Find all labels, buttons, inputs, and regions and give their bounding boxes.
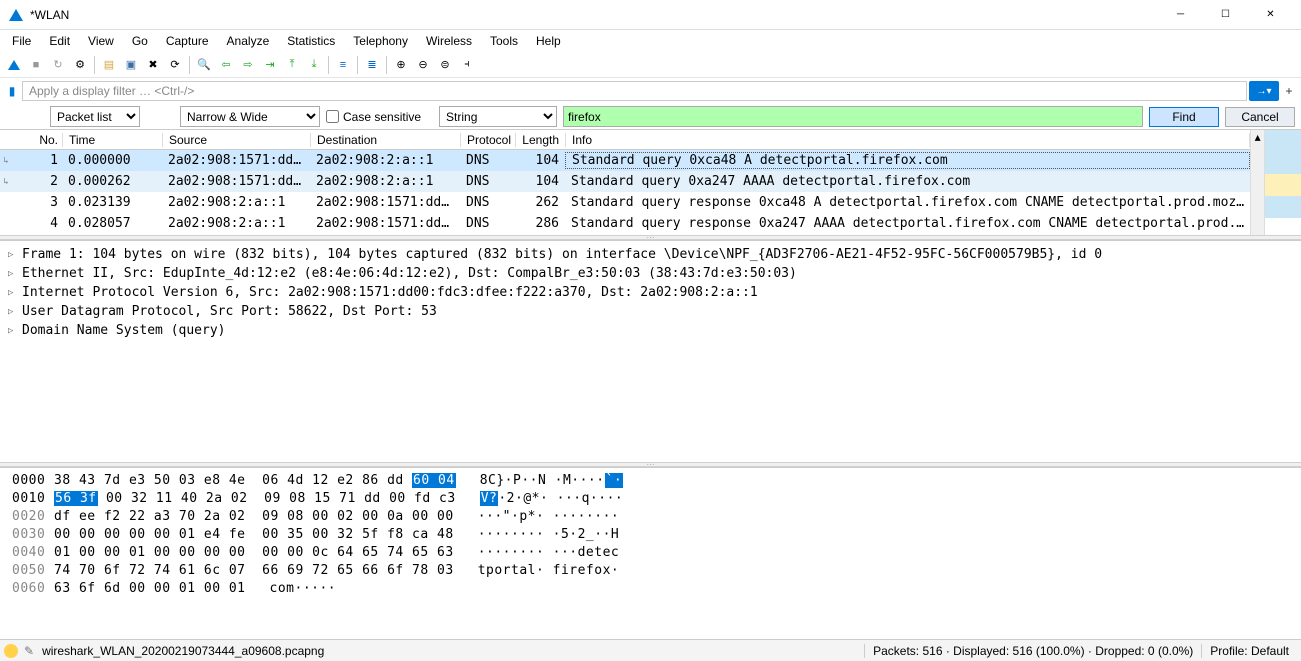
goto-packet-icon[interactable]: ⇥ [260,55,280,75]
capture-options-icon[interactable]: ⚙ [70,55,90,75]
status-filename: wireshark_WLAN_20200219073444_a09608.pca… [34,644,865,658]
packet-bytes-pane[interactable]: 000038 43 7d e3 50 03 e8 4e 06 4d 12 e2 … [0,467,1301,615]
col-source[interactable]: Source [163,133,311,147]
minimize-button[interactable]: ─ [1158,0,1203,30]
hex-row[interactable]: 006063 6f 6d 00 00 01 00 01com····· [12,580,1301,598]
reload-icon[interactable]: ⟳ [165,55,185,75]
hex-row[interactable]: 000038 43 7d e3 50 03 e8 4e 06 4d 12 e2 … [12,472,1301,490]
tree-item[interactable]: ▷Frame 1: 104 bytes on wire (832 bits), … [8,245,1293,264]
menu-telephony[interactable]: Telephony [345,32,416,50]
hex-row[interactable]: 003000 00 00 00 00 01 e4 fe 00 35 00 32 … [12,526,1301,544]
menu-analyze[interactable]: Analyze [219,32,278,50]
apply-filter-button[interactable]: →▾ [1249,81,1279,101]
next-packet-icon[interactable]: ⇨ [238,55,258,75]
prev-packet-icon[interactable]: ⇦ [216,55,236,75]
menu-wireless[interactable]: Wireless [418,32,480,50]
intelligent-scrollbar[interactable] [1264,130,1301,235]
colorize-icon[interactable]: ≣ [362,55,382,75]
filter-bookmark-icon[interactable]: ▮ [4,83,20,99]
status-profile[interactable]: Profile: Default [1202,644,1297,658]
capture-file-properties-icon[interactable]: ✎ [24,644,34,658]
maximize-button[interactable]: ☐ [1203,0,1248,30]
packet-details-pane[interactable]: ▷Frame 1: 104 bytes on wire (832 bits), … [0,240,1301,462]
menubar: File Edit View Go Capture Analyze Statis… [0,30,1301,52]
main-toolbar: ■ ↻ ⚙ ▤ ▣ ✖ ⟳ 🔍 ⇦ ⇨ ⇥ ⤒ ⤓ ≡ ≣ ⊕ ⊖ ⊜ ⫞ [0,52,1301,78]
packet-list-pane: No. Time Source Destination Protocol Len… [0,129,1301,235]
expert-info-icon[interactable] [4,644,18,658]
hex-row[interactable]: 0020df ee f2 22 a3 70 2a 02 09 08 00 02 … [12,508,1301,526]
packet-row[interactable]: ↳10.0000002a02:908:1571:dd…2a02:908:2:a:… [0,150,1250,171]
hex-row[interactable]: 004001 00 00 01 00 00 00 00 00 00 0c 64 … [12,544,1301,562]
close-file-icon[interactable]: ✖ [143,55,163,75]
menu-go[interactable]: Go [124,32,156,50]
col-time[interactable]: Time [63,133,163,147]
resize-columns-icon[interactable]: ⫞ [457,55,477,75]
find-type-select[interactable]: String [439,106,557,127]
start-capture-icon[interactable] [4,55,24,75]
close-button[interactable]: ✕ [1248,0,1293,30]
add-filter-button[interactable]: + [1281,84,1297,98]
tree-item[interactable]: ▷Internet Protocol Version 6, Src: 2a02:… [8,283,1293,302]
first-packet-icon[interactable]: ⤒ [282,55,302,75]
window-title: *WLAN [30,8,1158,22]
menu-capture[interactable]: Capture [158,32,217,50]
window-titlebar: *WLAN ─ ☐ ✕ [0,0,1301,30]
tree-item[interactable]: ▷User Datagram Protocol, Src Port: 58622… [8,302,1293,321]
autoscroll-icon[interactable]: ≡ [333,55,353,75]
menu-statistics[interactable]: Statistics [279,32,343,50]
packet-row[interactable]: ↳20.0002622a02:908:1571:dd…2a02:908:2:a:… [0,171,1250,192]
find-charset-select[interactable]: Narrow & Wide [180,106,320,127]
display-filter-input[interactable] [22,81,1247,101]
open-file-icon[interactable]: ▤ [99,55,119,75]
display-filter-bar: ▮ →▾ + [0,78,1301,104]
packet-list-scrollbar[interactable]: ▴ [1250,130,1264,235]
zoom-reset-icon[interactable]: ⊜ [435,55,455,75]
app-icon [8,7,24,23]
stop-capture-icon[interactable]: ■ [26,55,46,75]
status-packet-counts: Packets: 516 · Displayed: 516 (100.0%) ·… [865,644,1202,658]
find-input[interactable] [563,106,1143,127]
packet-list-header: No. Time Source Destination Protocol Len… [0,130,1250,150]
last-packet-icon[interactable]: ⤓ [304,55,324,75]
menu-edit[interactable]: Edit [41,32,78,50]
zoom-in-icon[interactable]: ⊕ [391,55,411,75]
find-bar: Packet list Narrow & Wide Case sensitive… [0,104,1301,129]
restart-capture-icon[interactable]: ↻ [48,55,68,75]
hex-row[interactable]: 001056 3f 00 32 11 40 2a 02 09 08 15 71 … [12,490,1301,508]
tree-item[interactable]: ▷Ethernet II, Src: EdupInte_4d:12:e2 (e8… [8,264,1293,283]
packet-row[interactable]: 40.0280572a02:908:2:a::12a02:908:1571:dd… [0,213,1250,234]
menu-tools[interactable]: Tools [482,32,526,50]
case-sensitive-checkbox[interactable]: Case sensitive [326,110,421,124]
find-button[interactable]: Find [1149,107,1219,127]
menu-file[interactable]: File [4,32,39,50]
packet-row[interactable]: 30.0231392a02:908:2:a::12a02:908:1571:dd… [0,192,1250,213]
col-protocol[interactable]: Protocol [461,133,516,147]
save-file-icon[interactable]: ▣ [121,55,141,75]
col-destination[interactable]: Destination [311,133,461,147]
hex-row[interactable]: 005074 70 6f 72 74 61 6c 07 66 69 72 65 … [12,562,1301,580]
statusbar: ✎ wireshark_WLAN_20200219073444_a09608.p… [0,639,1301,661]
cancel-button[interactable]: Cancel [1225,107,1295,127]
find-packet-icon[interactable]: 🔍 [194,55,214,75]
menu-help[interactable]: Help [528,32,569,50]
col-info[interactable]: Info [566,133,1250,147]
col-length[interactable]: Length [516,133,566,147]
tree-item[interactable]: ▷Domain Name System (query) [8,321,1293,340]
col-no[interactable]: No. [13,133,63,147]
find-scope-select[interactable]: Packet list [50,106,140,127]
zoom-out-icon[interactable]: ⊖ [413,55,433,75]
menu-view[interactable]: View [80,32,122,50]
